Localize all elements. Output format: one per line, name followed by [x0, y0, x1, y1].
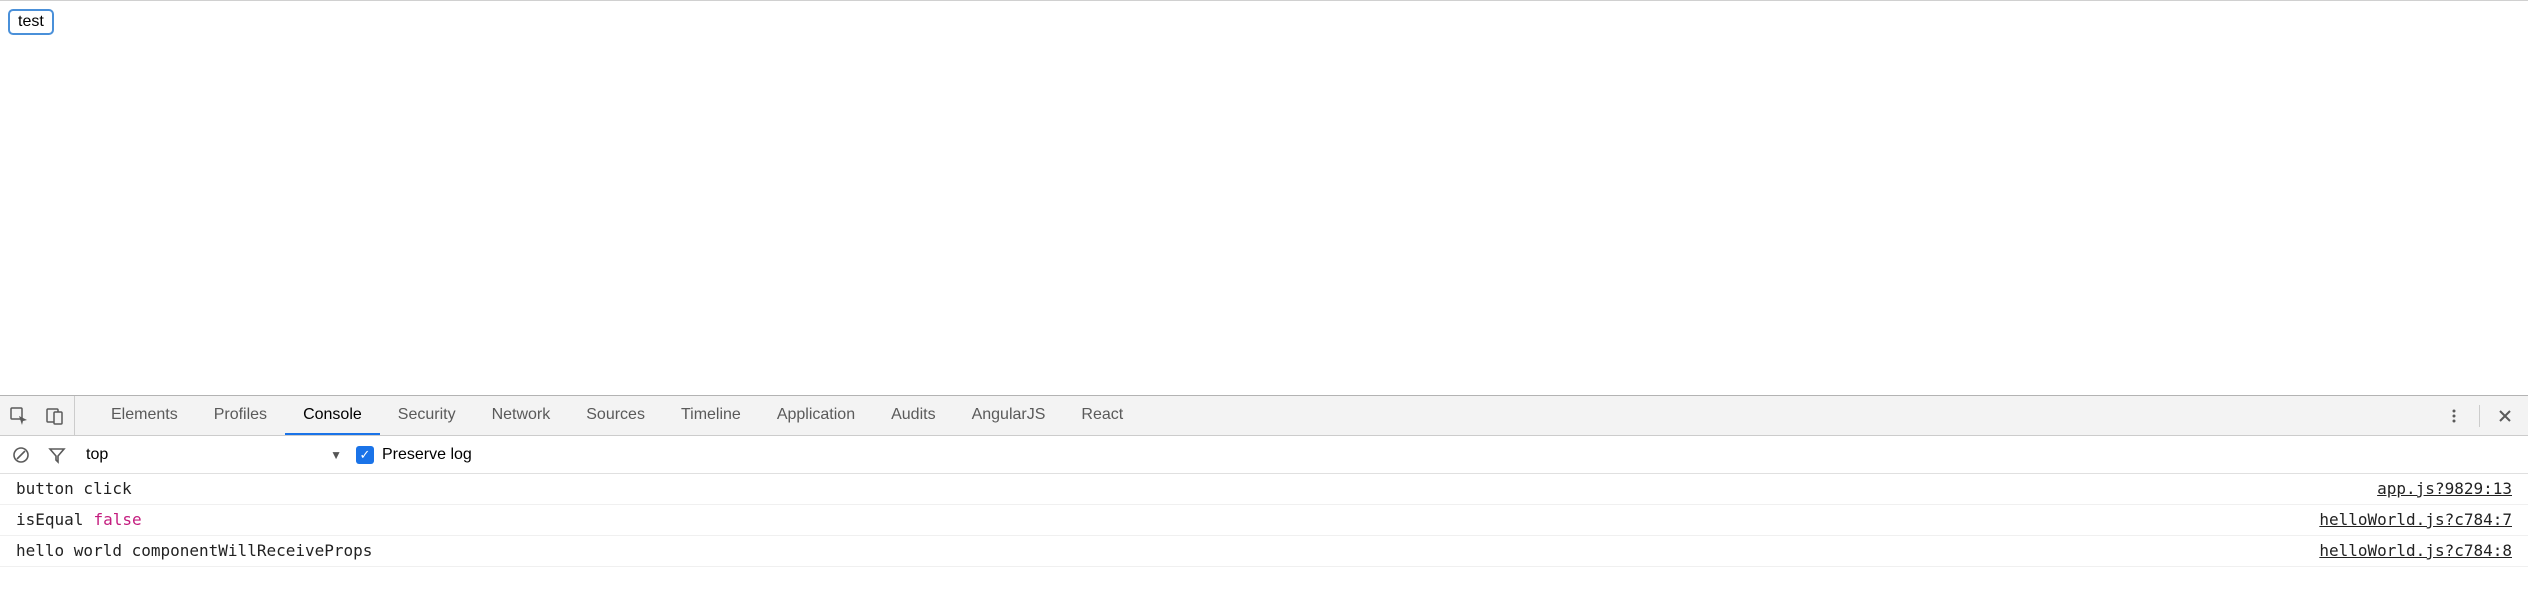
tab-angularjs[interactable]: AngularJS — [954, 396, 1064, 435]
close-devtools-icon[interactable] — [2494, 405, 2516, 427]
log-text: isEqual — [16, 508, 83, 532]
tab-timeline[interactable]: Timeline — [663, 396, 759, 435]
preserve-log-toggle[interactable]: ✓ Preserve log — [356, 446, 472, 464]
more-options-icon[interactable] — [2443, 405, 2465, 427]
log-text: button click — [16, 477, 132, 501]
tab-elements[interactable]: Elements — [93, 396, 196, 435]
checkbox-checked-icon: ✓ — [356, 446, 374, 464]
tabbar-right-tools — [2431, 396, 2528, 435]
tabbar-left-tools — [0, 396, 75, 435]
log-row: hello world componentWillReceiveProps hel… — [0, 536, 2528, 567]
log-source-link[interactable]: helloWorld.js?c784:7 — [2319, 508, 2512, 532]
log-source-link[interactable]: app.js?9829:13 — [2377, 477, 2512, 501]
log-text: hello world componentWillReceiveProps — [16, 539, 372, 563]
tab-audits[interactable]: Audits — [873, 396, 953, 435]
tab-application[interactable]: Application — [759, 396, 873, 435]
tab-network[interactable]: Network — [474, 396, 569, 435]
tab-profiles[interactable]: Profiles — [196, 396, 285, 435]
inspect-element-icon[interactable] — [8, 405, 30, 427]
log-source-link[interactable]: helloWorld.js?c784:8 — [2319, 539, 2512, 563]
preserve-log-label: Preserve log — [382, 446, 472, 464]
context-selector[interactable]: top ▼ — [82, 446, 342, 464]
context-selector-label: top — [86, 446, 108, 464]
console-log: button click app.js?9829:13 isEqual false he… — [0, 474, 2528, 614]
tab-security[interactable]: Security — [380, 396, 474, 435]
tab-react[interactable]: React — [1063, 396, 1141, 435]
divider — [2479, 405, 2480, 427]
console-filterbar: top ▼ ✓ Preserve log — [0, 436, 2528, 474]
log-value-boolean: false — [93, 508, 141, 532]
log-message: hello world componentWillReceiveProps — [16, 539, 372, 563]
log-row: button click app.js?9829:13 — [0, 474, 2528, 505]
tab-console[interactable]: Console — [285, 396, 380, 435]
device-toolbar-icon[interactable] — [44, 405, 66, 427]
test-button[interactable]: test — [8, 9, 54, 35]
log-message: isEqual false — [16, 508, 142, 532]
clear-console-icon[interactable] — [10, 444, 32, 466]
tab-sources[interactable]: Sources — [568, 396, 663, 435]
devtools-tabbar: ElementsProfilesConsoleSecurityNetworkSo… — [0, 396, 2528, 436]
devtools-panel: ElementsProfilesConsoleSecurityNetworkSo… — [0, 395, 2528, 614]
log-message: button click — [16, 477, 132, 501]
devtools-tabs: ElementsProfilesConsoleSecurityNetworkSo… — [75, 396, 1141, 435]
page-content: test — [0, 0, 2528, 395]
chevron-down-icon: ▼ — [330, 448, 342, 462]
filter-icon[interactable] — [46, 444, 68, 466]
log-row: isEqual false helloWorld.js?c784:7 — [0, 505, 2528, 536]
